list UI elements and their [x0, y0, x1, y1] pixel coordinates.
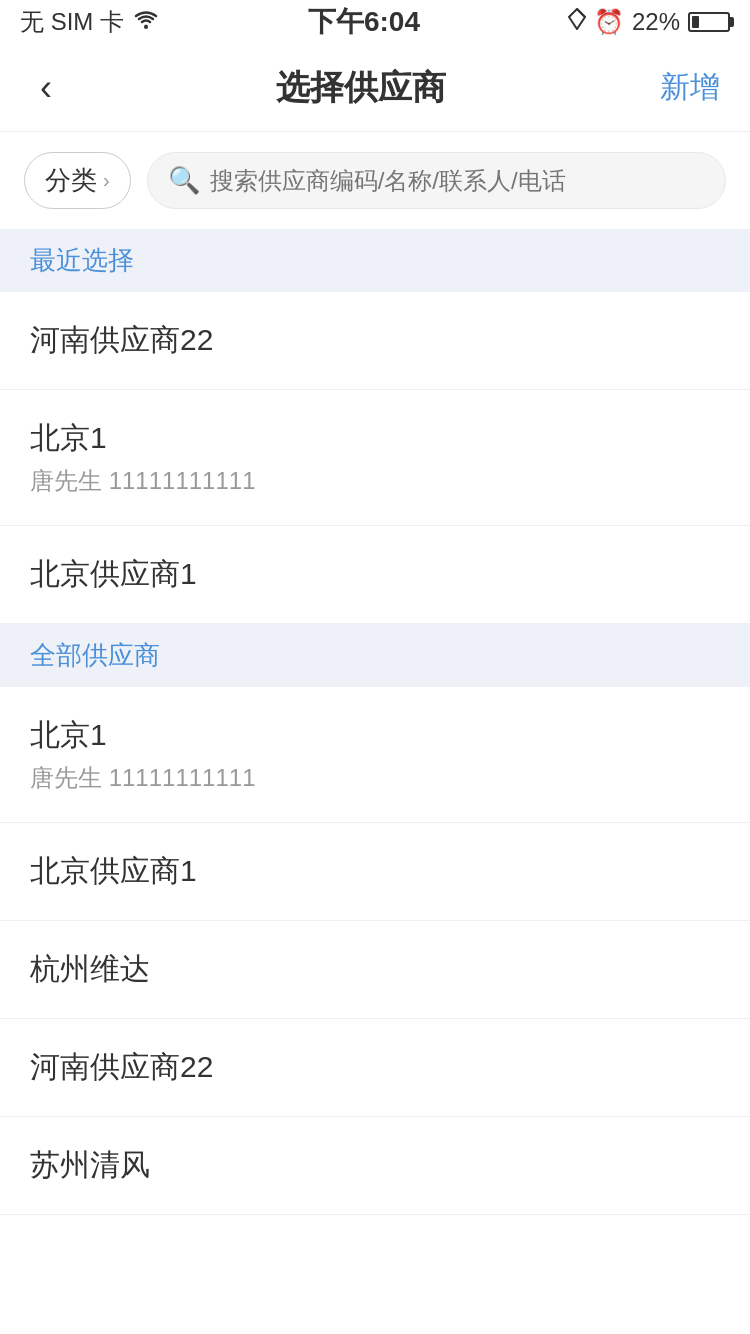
all-list: 北京1 唐先生 11111111111 北京供应商1 杭州维达 河南供应商22 … — [0, 687, 750, 1215]
item-sub: 唐先生 11111111111 — [30, 465, 720, 497]
list-item[interactable]: 河南供应商22 — [0, 292, 750, 390]
status-right: ⏰ 22% — [568, 8, 730, 36]
filter-bar: 分类 › 🔍 — [0, 132, 750, 229]
item-name: 苏州清风 — [30, 1145, 720, 1186]
page-title: 选择供应商 — [276, 65, 446, 111]
item-name: 北京供应商1 — [30, 554, 720, 595]
item-name: 北京供应商1 — [30, 851, 720, 892]
list-item[interactable]: 杭州维达 — [0, 921, 750, 1019]
list-item[interactable]: 北京供应商1 — [0, 526, 750, 624]
item-name: 河南供应商22 — [30, 320, 720, 361]
item-name: 杭州维达 — [30, 949, 720, 990]
category-label: 分类 — [45, 163, 97, 198]
list-item[interactable]: 北京1 唐先生 11111111111 — [0, 390, 750, 526]
list-item[interactable]: 北京供应商1 — [0, 823, 750, 921]
battery-percent: 22% — [632, 8, 680, 36]
svg-point-0 — [144, 25, 148, 29]
add-button[interactable]: 新增 — [660, 67, 720, 108]
recent-section-header: 最近选择 — [0, 229, 750, 292]
alarm-icon: ⏰ — [594, 8, 624, 36]
item-name: 北京1 — [30, 715, 720, 756]
chevron-right-icon: › — [103, 169, 110, 192]
recent-section-label: 最近选择 — [30, 245, 134, 275]
nav-bar: ‹ 选择供应商 新增 — [0, 44, 750, 132]
item-sub: 唐先生 11111111111 — [30, 762, 720, 794]
back-button[interactable]: ‹ — [30, 57, 62, 119]
list-item[interactable]: 河南供应商22 — [0, 1019, 750, 1117]
search-box: 🔍 — [147, 152, 726, 209]
status-bar: 无 SIM 卡 下午6:04 ⏰ 22% — [0, 0, 750, 44]
item-name: 河南供应商22 — [30, 1047, 720, 1088]
search-input[interactable] — [210, 167, 705, 195]
all-section-header: 全部供应商 — [0, 624, 750, 687]
wifi-icon — [132, 8, 160, 36]
battery-icon — [688, 12, 730, 32]
item-name: 北京1 — [30, 418, 720, 459]
status-left: 无 SIM 卡 — [20, 6, 160, 38]
all-section-label: 全部供应商 — [30, 640, 160, 670]
location-icon — [568, 8, 586, 36]
no-sim-text: 无 SIM 卡 — [20, 6, 124, 38]
list-item[interactable]: 苏州清风 — [0, 1117, 750, 1215]
list-item[interactable]: 北京1 唐先生 11111111111 — [0, 687, 750, 823]
search-icon: 🔍 — [168, 165, 200, 196]
recent-list: 河南供应商22 北京1 唐先生 11111111111 北京供应商1 — [0, 292, 750, 624]
category-button[interactable]: 分类 › — [24, 152, 131, 209]
status-time: 下午6:04 — [308, 3, 420, 41]
